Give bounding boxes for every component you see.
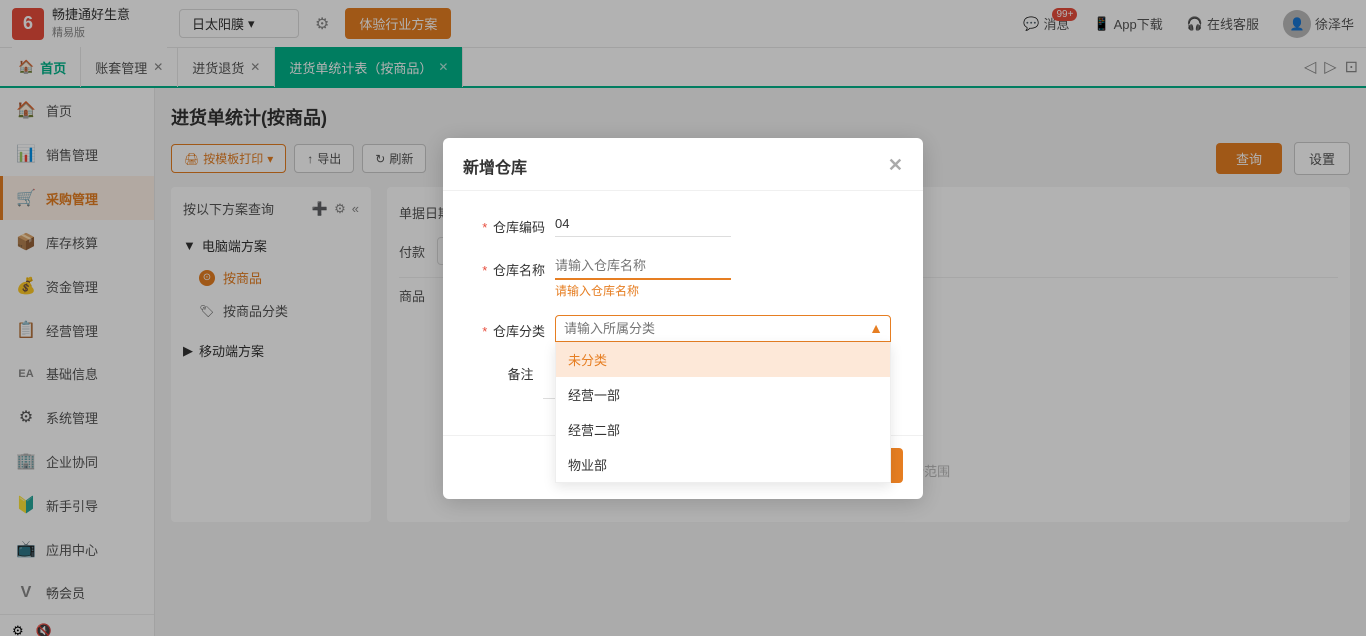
category-dropdown: 未分类 经营一部 经营二部 物业部 — [555, 342, 891, 483]
category-required-star: * — [482, 324, 487, 339]
name-error-msg: 请输入仓库名称 — [555, 282, 639, 299]
modal-header: 新增仓库 ✕ — [443, 138, 923, 191]
code-field-row: * 仓库编码 — [475, 211, 891, 237]
code-input[interactable] — [555, 211, 731, 237]
name-input[interactable] — [555, 253, 731, 280]
dropdown-item-dept2[interactable]: 经营二部 — [556, 412, 890, 447]
code-required-star: * — [482, 220, 487, 235]
category-label: * 仓库分类 — [475, 315, 555, 340]
name-label-text: 仓库名称 — [493, 263, 545, 278]
modal-body: * 仓库编码 * 仓库名称 — [443, 191, 923, 435]
name-field-row: * 仓库名称 请输入仓库名称 — [475, 253, 891, 299]
category-input[interactable] — [555, 315, 891, 342]
close-icon[interactable]: ✕ — [888, 155, 903, 176]
note-label-text: 备注 — [507, 367, 533, 382]
category-label-text: 仓库分类 — [493, 324, 545, 339]
modal-overlay: 新增仓库 ✕ * 仓库编码 * 仓库名称 — [0, 0, 1366, 636]
chevron-up-icon[interactable]: ▲ — [869, 320, 883, 336]
note-label: 备注 — [475, 358, 543, 383]
category-select-wrap: ▲ 未分类 经营一部 经营二部 物业部 — [555, 315, 891, 342]
modal-title: 新增仓库 — [463, 154, 527, 178]
dropdown-item-dept1[interactable]: 经营一部 — [556, 377, 890, 412]
dropdown-item-property[interactable]: 物业部 — [556, 447, 890, 482]
name-required-star: * — [482, 263, 487, 278]
code-label-text: 仓库编码 — [493, 220, 545, 235]
code-label: * 仓库编码 — [475, 211, 555, 236]
modal: 新增仓库 ✕ * 仓库编码 * 仓库名称 — [443, 138, 923, 499]
category-field-row: * 仓库分类 ▲ 未分类 经营一部 经营二部 物业部 — [475, 315, 891, 342]
dropdown-item-uncategorized[interactable]: 未分类 — [556, 342, 890, 377]
name-label: * 仓库名称 — [475, 254, 555, 279]
